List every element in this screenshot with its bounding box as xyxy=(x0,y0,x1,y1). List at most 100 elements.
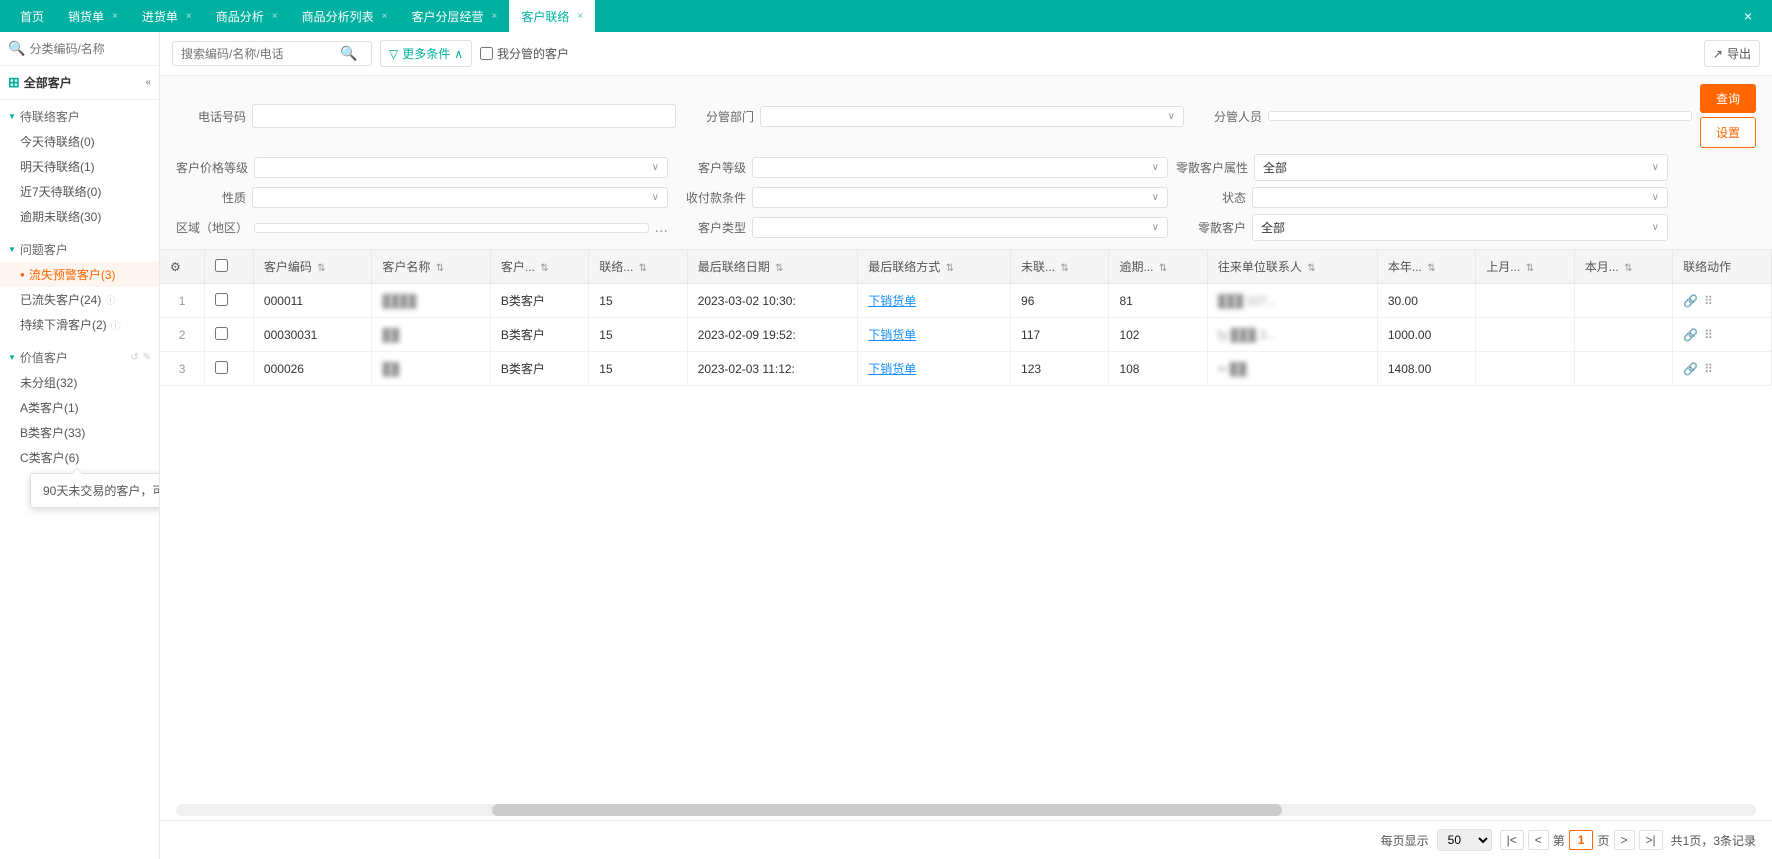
sort-icon-overdue[interactable]: ⇅ xyxy=(1159,263,1167,274)
export-button[interactable]: ↗ 导出 xyxy=(1704,40,1760,67)
sort-icon-date[interactable]: ⇅ xyxy=(775,263,783,274)
prev-page-button[interactable]: < xyxy=(1528,830,1549,850)
last-method-link-0[interactable]: 下销货单 xyxy=(868,294,916,308)
sidebar-item-churned[interactable]: 已流失客户(24) ⓘ xyxy=(0,287,159,312)
row-checkbox-1 xyxy=(205,318,254,352)
close-product-analysis-icon[interactable]: × xyxy=(272,11,278,22)
sidebar-item-churn-warning[interactable]: ● 流失预警客户(3) xyxy=(0,262,159,287)
sidebar-group-value-title[interactable]: ▼ 价值客户 ↺ ✎ xyxy=(0,345,159,370)
price-grade-select[interactable]: ∨ xyxy=(254,157,668,178)
search-input[interactable] xyxy=(181,47,336,61)
nav-customer-tier[interactable]: 客户分层经营 × xyxy=(399,0,509,32)
close-sales-icon[interactable]: × xyxy=(112,11,118,22)
nav-sales[interactable]: 销货单 × xyxy=(56,0,130,32)
edit-icon[interactable]: ✎ xyxy=(143,352,151,363)
sidebar-item-overdue[interactable]: 逾期未联络(30) xyxy=(0,204,159,229)
data-table: ⚙ 客户编码 ⇅ 客户名称 ⇅ xyxy=(160,250,1772,386)
phone-input[interactable] xyxy=(252,104,676,128)
row-last-method-0: 下销货单 xyxy=(858,284,1011,318)
action-link-icon-0[interactable]: 🔗 xyxy=(1683,294,1698,308)
action-link-icon-2[interactable]: 🔗 xyxy=(1683,362,1698,376)
person-select[interactable] xyxy=(1268,111,1692,121)
sidebar-search-input[interactable] xyxy=(29,42,160,56)
sort-icon-person[interactable]: ⇅ xyxy=(1307,263,1315,274)
next-page-button[interactable]: > xyxy=(1614,830,1635,850)
settings-button[interactable]: 设置 xyxy=(1700,117,1756,148)
row-select-1[interactable] xyxy=(215,327,228,340)
nav-product-analysis[interactable]: 商品分析 × xyxy=(204,0,290,32)
sort-icon-name[interactable]: ⇅ xyxy=(436,263,444,274)
close-purchase-icon[interactable]: × xyxy=(186,11,192,22)
chevron-down-icon-8: ∨ xyxy=(1652,192,1659,203)
row-code-0: 000011 xyxy=(253,284,371,318)
sort-icon-method[interactable]: ⇅ xyxy=(946,263,954,274)
row-contact-2: 15 xyxy=(589,352,687,386)
sort-icon-lmonth[interactable]: ⇅ xyxy=(1526,263,1534,274)
sidebar-item-week[interactable]: 近7天待联络(0) xyxy=(0,179,159,204)
query-button[interactable]: 查询 xyxy=(1700,84,1756,113)
sort-icon-year[interactable]: ⇅ xyxy=(1427,263,1435,274)
nature-select[interactable]: ∨ xyxy=(252,187,668,208)
sidebar-collapse-icon[interactable]: « xyxy=(145,77,151,88)
dept-select[interactable]: ∨ xyxy=(760,106,1184,127)
sidebar-item-class-a[interactable]: A类客户(1) xyxy=(0,395,159,420)
refresh-icon[interactable]: ↺ xyxy=(130,352,138,363)
window-close-button[interactable]: × xyxy=(1732,0,1764,32)
th-last-method-label: 最后联络方式 xyxy=(868,260,940,274)
search-button[interactable]: 🔍 xyxy=(340,45,357,62)
action-grid-icon-1[interactable]: ⠿ xyxy=(1704,328,1713,342)
th-overdue: 逾期... ⇅ xyxy=(1109,250,1207,284)
last-page-button[interactable]: >| xyxy=(1639,830,1663,850)
sort-icon-not-contact[interactable]: ⇅ xyxy=(1060,263,1068,274)
payment-select[interactable]: ∨ xyxy=(752,187,1168,208)
th-name-label: 客户名称 xyxy=(382,260,430,274)
sidebar-item-class-b[interactable]: B类客户(33) xyxy=(0,420,159,445)
nav-purchase[interactable]: 进货单 × xyxy=(130,0,204,32)
sidebar-group-problem-title[interactable]: ▼ 问题客户 xyxy=(0,237,159,262)
last-method-link-1[interactable]: 下销货单 xyxy=(868,328,916,342)
close-customer-tier-icon[interactable]: × xyxy=(491,11,497,22)
action-grid-icon-2[interactable]: ⠿ xyxy=(1704,362,1713,376)
my-customers-checkbox[interactable] xyxy=(480,47,493,60)
row-name-1: ██ xyxy=(372,318,490,352)
sidebar-item-tomorrow[interactable]: 明天待联络(1) xyxy=(0,154,159,179)
customer-grade-select[interactable]: ∨ xyxy=(752,157,1168,178)
row-type-1: B类客户 xyxy=(490,318,588,352)
row-select-0[interactable] xyxy=(215,293,228,306)
row-select-2[interactable] xyxy=(215,361,228,374)
sidebar-item-ungrouped[interactable]: 未分组(32) xyxy=(0,370,159,395)
sort-icon-type[interactable]: ⇅ xyxy=(540,263,548,274)
sort-icon-code[interactable]: ⇅ xyxy=(317,263,325,274)
retail-attr-select[interactable]: 全部 ∨ xyxy=(1254,154,1668,181)
region-more-icon[interactable]: ... xyxy=(655,219,668,237)
filter-dept: 分管部门 ∨ xyxy=(684,106,1184,127)
row-this-year-0: 30.00 xyxy=(1377,284,1475,318)
row-last-date-0: 2023-03-02 10:30: xyxy=(687,284,858,318)
nav-customer-contact[interactable]: 客户联络 × xyxy=(509,0,595,32)
page-size-select[interactable]: 50 20 100 xyxy=(1437,829,1492,851)
customer-type-select[interactable]: ∨ xyxy=(752,217,1168,238)
nav-product-list[interactable]: 商品分析列表 × xyxy=(290,0,400,32)
sort-icon-tmonth[interactable]: ⇅ xyxy=(1624,263,1632,274)
sidebar-item-today[interactable]: 今天待联络(0) xyxy=(0,129,159,154)
table-footer: 每页显示 50 20 100 |< < 第 1 页 > >| 共1页，3条记录 xyxy=(160,820,1772,859)
sidebar-item-declining[interactable]: 持续下滑客户(2) ⓘ xyxy=(0,312,159,337)
close-customer-contact-icon[interactable]: × xyxy=(577,11,583,22)
sidebar-all-customers[interactable]: ⊞ 全部客户 « xyxy=(0,66,159,100)
last-method-link-2[interactable]: 下销货单 xyxy=(868,362,916,376)
action-link-icon-1[interactable]: 🔗 xyxy=(1683,328,1698,342)
sort-icon-contact[interactable]: ⇅ xyxy=(639,263,647,274)
select-all-checkbox[interactable] xyxy=(215,259,228,272)
status-select[interactable]: ∨ xyxy=(1252,187,1668,208)
action-grid-icon-0[interactable]: ⠿ xyxy=(1704,294,1713,308)
sidebar-item-class-c[interactable]: C类客户(6) xyxy=(0,445,159,470)
first-page-button[interactable]: |< xyxy=(1500,830,1524,850)
nav-home[interactable]: 首页 xyxy=(8,0,56,32)
close-product-list-icon[interactable]: × xyxy=(382,11,388,22)
horizontal-scrollbar[interactable] xyxy=(176,804,1756,816)
more-conditions-button[interactable]: ▽ 更多条件 ∧ xyxy=(380,40,472,67)
content-area: 🔍 ▽ 更多条件 ∧ 我分管的客户 ↗ 导出 xyxy=(160,32,1772,859)
region-select[interactable] xyxy=(254,223,649,233)
retail-select[interactable]: 全部 ∨ xyxy=(1252,214,1668,241)
sidebar-group-pending-title[interactable]: ▼ 待联络客户 xyxy=(0,104,159,129)
